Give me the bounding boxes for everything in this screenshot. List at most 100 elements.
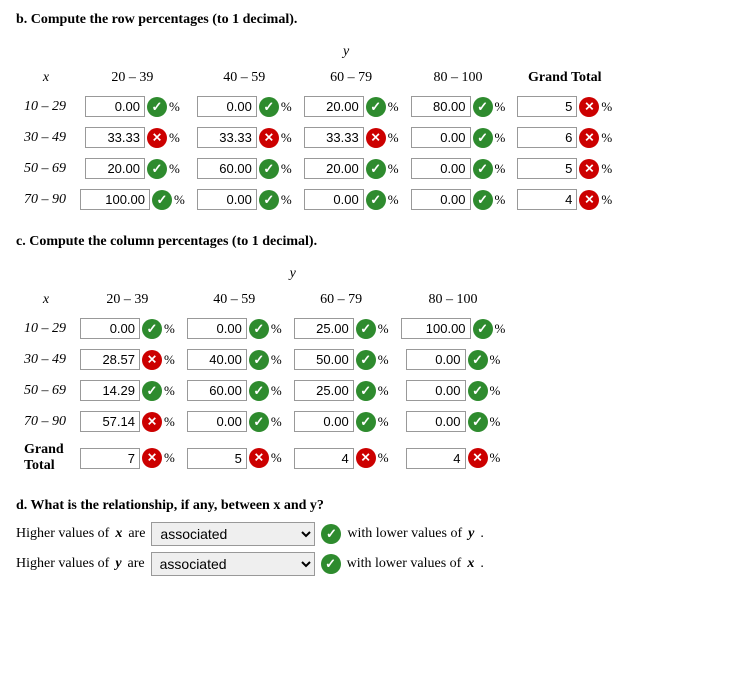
col-input[interactable] <box>294 380 354 401</box>
check-icon <box>147 159 167 179</box>
row-input[interactable] <box>197 189 257 210</box>
dropdown2-var2: x <box>467 556 474 572</box>
row-input[interactable] <box>517 127 577 148</box>
row-input[interactable] <box>304 158 364 179</box>
percent-sign: % <box>169 130 180 146</box>
row-data-cell: % <box>193 94 296 119</box>
row-input[interactable] <box>197 127 257 148</box>
percent-sign: % <box>169 161 180 177</box>
row-data-cell: % <box>76 125 189 150</box>
col-input[interactable] <box>187 380 247 401</box>
x-icon <box>579 159 599 179</box>
x-icon <box>366 128 386 148</box>
col-col-header-1: 40 – 59 <box>183 290 286 310</box>
col-input[interactable] <box>187 318 247 339</box>
row-data-cell: % <box>193 125 296 150</box>
x-icon <box>147 128 167 148</box>
col-input[interactable] <box>80 380 140 401</box>
col-input[interactable] <box>294 318 354 339</box>
check-icon <box>468 381 488 401</box>
row-input[interactable] <box>304 96 364 117</box>
col-input[interactable] <box>401 318 471 339</box>
col-input[interactable] <box>406 380 466 401</box>
col-input[interactable] <box>187 448 247 469</box>
row-header-cell: 70 – 90 <box>20 187 72 212</box>
dropdown2-select[interactable]: associated not associated positively ass… <box>151 552 315 576</box>
col-input[interactable] <box>187 411 247 432</box>
check-icon <box>473 159 493 179</box>
row-input[interactable] <box>411 189 471 210</box>
percent-sign: % <box>271 383 282 399</box>
check-icon <box>473 128 493 148</box>
col-data-cell: % <box>397 378 510 403</box>
row-input[interactable] <box>411 96 471 117</box>
check-icon <box>147 97 167 117</box>
col-percentages-table: y x 20 – 39 40 – 59 60 – 79 80 – 100 10 … <box>16 258 735 482</box>
row-data-cell: % <box>76 94 189 119</box>
row-input[interactable] <box>517 158 577 179</box>
row-x-label: x <box>20 68 72 88</box>
col-input[interactable] <box>294 448 354 469</box>
percent-sign: % <box>271 321 282 337</box>
col-input[interactable] <box>294 411 354 432</box>
col-data-cell: % <box>183 347 286 372</box>
col-input[interactable] <box>406 448 466 469</box>
row-data-cell: % <box>300 156 403 181</box>
dropdown-row-2: Higher values of y are associated not as… <box>16 552 735 576</box>
col-data-cell: % <box>290 409 393 434</box>
row-input[interactable] <box>411 158 471 179</box>
x-icon <box>579 128 599 148</box>
row-input[interactable] <box>80 189 150 210</box>
col-input[interactable] <box>406 411 466 432</box>
percent-sign: % <box>378 352 389 368</box>
row-input[interactable] <box>517 189 577 210</box>
check-icon <box>259 190 279 210</box>
percent-sign: % <box>495 161 506 177</box>
x-icon <box>259 128 279 148</box>
col-input[interactable] <box>80 411 140 432</box>
row-input[interactable] <box>85 158 145 179</box>
row-input[interactable] <box>197 96 257 117</box>
col-data-cell: % <box>290 316 393 341</box>
percent-sign: % <box>281 99 292 115</box>
percent-sign: % <box>281 161 292 177</box>
percent-sign: % <box>495 99 506 115</box>
dropdown-row-1: Higher values of x are associated not as… <box>16 522 735 546</box>
row-input[interactable] <box>85 127 145 148</box>
col-data-cell: % <box>290 347 393 372</box>
col-input[interactable] <box>80 318 140 339</box>
check-icon <box>142 381 162 401</box>
percent-sign: % <box>281 192 292 208</box>
col-input[interactable] <box>187 349 247 370</box>
dropdown1-select[interactable]: associated not associated positively ass… <box>151 522 315 546</box>
row-input[interactable] <box>517 96 577 117</box>
col-data-cell: % <box>183 378 286 403</box>
x-icon <box>468 448 488 468</box>
percent-sign: % <box>169 99 180 115</box>
row-input[interactable] <box>304 189 364 210</box>
check-icon <box>366 159 386 179</box>
row-input[interactable] <box>197 158 257 179</box>
col-input[interactable] <box>294 349 354 370</box>
check-icon <box>366 97 386 117</box>
check-icon <box>473 319 493 339</box>
row-input[interactable] <box>85 96 145 117</box>
col-col-header-3: 80 – 100 <box>397 290 510 310</box>
row-col-header-0: 20 – 39 <box>76 68 189 88</box>
col-input[interactable] <box>406 349 466 370</box>
row-input[interactable] <box>411 127 471 148</box>
col-input[interactable] <box>80 349 140 370</box>
dropdown1-mid: are <box>128 526 145 542</box>
col-input[interactable] <box>80 448 140 469</box>
row-input[interactable] <box>304 127 364 148</box>
section-c-label: c. Compute the column percentages (to 1 … <box>16 234 735 250</box>
col-row-header-cell: 10 – 29 <box>20 316 72 341</box>
percent-sign: % <box>601 99 612 115</box>
check-icon <box>356 412 376 432</box>
check-icon <box>249 350 269 370</box>
col-header-grand-total: GrandTotal <box>20 440 72 476</box>
dropdown2-var1: y <box>115 556 121 572</box>
check-icon <box>473 190 493 210</box>
percent-sign: % <box>378 321 389 337</box>
percent-sign: % <box>490 414 501 430</box>
